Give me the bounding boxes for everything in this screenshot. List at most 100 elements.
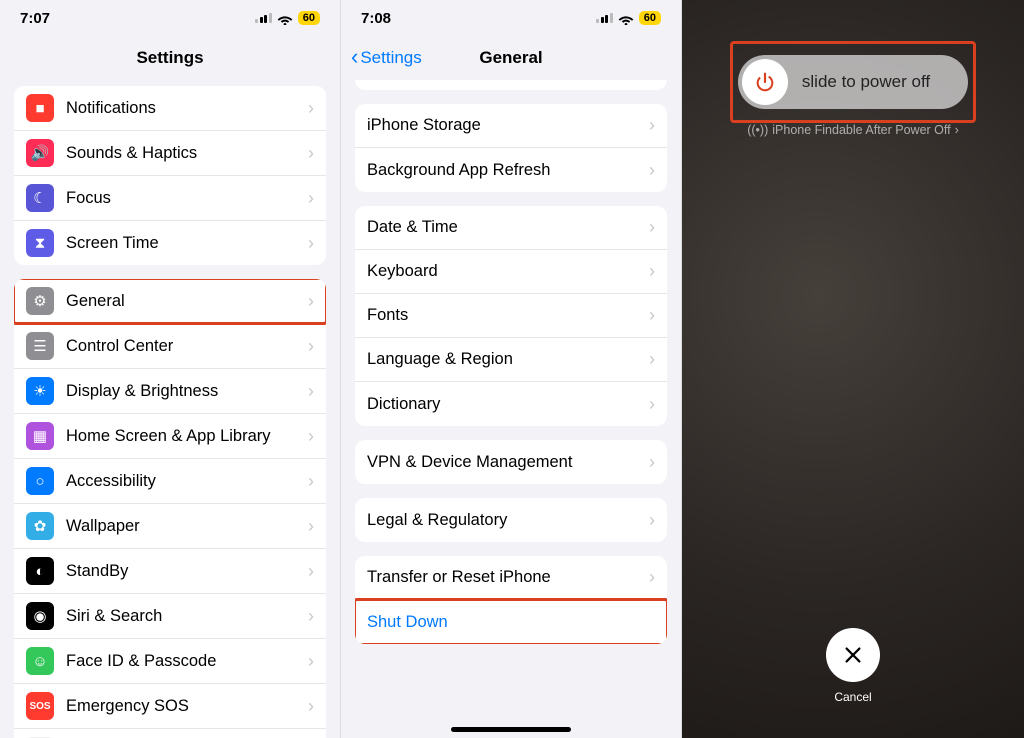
- list-group: CarPlay ›: [355, 80, 667, 90]
- settings-row-homescreen[interactable]: ▦Home Screen & App Library›: [14, 414, 326, 459]
- home-indicator[interactable]: [451, 727, 571, 732]
- row-label: Face ID & Passcode: [66, 652, 308, 671]
- general-row-storage[interactable]: iPhone Storage›: [355, 104, 667, 148]
- row-label: Display & Brightness: [66, 382, 308, 401]
- row-label: General: [66, 292, 308, 311]
- chevron-right-icon: ›: [308, 426, 314, 447]
- chevron-right-icon: ›: [308, 696, 314, 717]
- cellular-icon: [596, 13, 613, 23]
- row-label: VPN & Device Management: [367, 453, 649, 472]
- sos-icon: SOS: [26, 692, 54, 720]
- chevron-right-icon: ›: [649, 305, 655, 326]
- general-row-shutdown[interactable]: Shut Down: [355, 600, 667, 644]
- chevron-right-icon: ›: [308, 291, 314, 312]
- back-button[interactable]: ‹ Settings: [351, 36, 422, 80]
- row-label: Sounds & Haptics: [66, 144, 308, 163]
- general-row-refresh[interactable]: Background App Refresh›: [355, 148, 667, 192]
- row-label: Legal & Regulatory: [367, 511, 649, 530]
- chevron-right-icon: ›: [649, 452, 655, 473]
- row-label: Shut Down: [367, 613, 655, 632]
- list-group: Legal & Regulatory›: [355, 498, 667, 542]
- findable-link[interactable]: ((•)) iPhone Findable After Power Off ›: [747, 123, 959, 137]
- settings-row-display[interactable]: ☀︎Display & Brightness›: [14, 369, 326, 414]
- settings-row-wallpaper[interactable]: ✿Wallpaper›: [14, 504, 326, 549]
- row-label: Wallpaper: [66, 517, 308, 536]
- standby-icon: ◐: [26, 557, 54, 585]
- list-group: ■Notifications›🔊Sounds & Haptics›☾Focus›…: [14, 86, 326, 265]
- settings-row-accessibility[interactable]: ○Accessibility›: [14, 459, 326, 504]
- row-label: Dictionary: [367, 395, 649, 414]
- settings-row-sounds[interactable]: 🔊Sounds & Haptics›: [14, 131, 326, 176]
- power-knob[interactable]: [742, 59, 788, 105]
- sun-icon: ☀︎: [26, 377, 54, 405]
- chevron-right-icon: ›: [649, 217, 655, 238]
- settings-row-faceid[interactable]: ☺︎ Face ID & Passcode›: [14, 639, 326, 684]
- back-label: Settings: [360, 48, 421, 68]
- settings-row-standby[interactable]: ◐StandBy›: [14, 549, 326, 594]
- settings-list[interactable]: ■Notifications›🔊Sounds & Haptics›☾Focus›…: [0, 80, 340, 738]
- status-time: 7:08: [361, 10, 391, 27]
- settings-row-general[interactable]: ⚙︎ General›: [14, 279, 326, 324]
- settings-row-screentime[interactable]: ⧗Screen Time›: [14, 221, 326, 265]
- chevron-right-icon: ›: [308, 561, 314, 582]
- general-row-transfer[interactable]: Transfer or Reset iPhone›: [355, 556, 667, 600]
- chevron-right-icon: ›: [649, 349, 655, 370]
- row-label: Accessibility: [66, 472, 308, 491]
- row-label: Control Center: [66, 337, 308, 356]
- battery-indicator: 60: [639, 11, 661, 25]
- row-label: Screen Time: [66, 234, 308, 253]
- general-row-datetime[interactable]: Date & Time›: [355, 206, 667, 250]
- general-row-lang[interactable]: Language & Region›: [355, 338, 667, 382]
- slide-label: slide to power off: [788, 72, 964, 92]
- chevron-right-icon: ›: [308, 516, 314, 537]
- row-label: Focus: [66, 189, 308, 208]
- general-row-keyboard[interactable]: Keyboard›: [355, 250, 667, 294]
- general-row-fonts[interactable]: Fonts›: [355, 294, 667, 338]
- status-bar: 7:07 60: [0, 0, 340, 36]
- general-row-carplay[interactable]: CarPlay ›: [355, 80, 667, 90]
- switches-icon: ☰: [26, 332, 54, 360]
- general-row-vpn[interactable]: VPN & Device Management›: [355, 440, 667, 484]
- settings-pane: 7:07 60 Settings ■Notifications›🔊Sounds …: [0, 0, 341, 738]
- row-label: iPhone Storage: [367, 116, 649, 135]
- general-pane: 7:08 60 ‹ Settings General CarPlay › iPh…: [341, 0, 682, 738]
- chevron-right-icon: ›: [955, 123, 959, 137]
- poweroff-pane: slide to power off ((•)) iPhone Findable…: [682, 0, 1024, 738]
- chevron-right-icon: ›: [649, 394, 655, 415]
- settings-row-sos[interactable]: SOSEmergency SOS›: [14, 684, 326, 729]
- faceid-icon: ☺︎: [26, 647, 54, 675]
- chevron-right-icon: ›: [308, 471, 314, 492]
- chevron-right-icon: ›: [308, 188, 314, 209]
- list-group: Date & Time›Keyboard›Fonts›Language & Re…: [355, 206, 667, 426]
- gear-icon: ⚙︎: [26, 287, 54, 315]
- slide-to-poweroff[interactable]: slide to power off: [738, 55, 968, 109]
- status-indicators: 60: [255, 11, 320, 25]
- status-bar: 7:08 60: [341, 0, 681, 36]
- settings-row-exposure[interactable]: ✺Exposure Notifications›: [14, 729, 326, 738]
- chevron-right-icon: ›: [308, 233, 314, 254]
- findmy-icon: ((•)): [747, 123, 768, 137]
- settings-row-siri[interactable]: ◉Siri & Search›: [14, 594, 326, 639]
- chevron-right-icon: ›: [308, 651, 314, 672]
- row-label: Keyboard: [367, 262, 649, 281]
- general-row-dict[interactable]: Dictionary›: [355, 382, 667, 426]
- general-list[interactable]: CarPlay › iPhone Storage›Background App …: [341, 80, 681, 728]
- list-group: Transfer or Reset iPhone› Shut Down: [355, 556, 667, 644]
- settings-row-controlcenter[interactable]: ☰Control Center›: [14, 324, 326, 369]
- row-label: Notifications: [66, 99, 308, 118]
- chevron-right-icon: ›: [308, 606, 314, 627]
- row-label: Home Screen & App Library: [66, 427, 308, 446]
- status-time: 7:07: [20, 10, 50, 27]
- poweroff-overlay: slide to power off ((•)) iPhone Findable…: [682, 0, 1024, 738]
- list-group: VPN & Device Management›: [355, 440, 667, 484]
- list-group: ⚙︎General›☰Control Center›☀︎Display & Br…: [14, 279, 326, 738]
- findable-label: iPhone Findable After Power Off: [772, 123, 950, 137]
- settings-row-focus[interactable]: ☾Focus›: [14, 176, 326, 221]
- cancel-button[interactable]: [826, 628, 880, 682]
- chevron-right-icon: ›: [649, 510, 655, 531]
- settings-row-notifications[interactable]: ■Notifications›: [14, 86, 326, 131]
- navbar: Settings: [0, 36, 340, 80]
- general-row-legal[interactable]: Legal & Regulatory›: [355, 498, 667, 542]
- row-label: Date & Time: [367, 218, 649, 237]
- chevron-right-icon: ›: [649, 567, 655, 588]
